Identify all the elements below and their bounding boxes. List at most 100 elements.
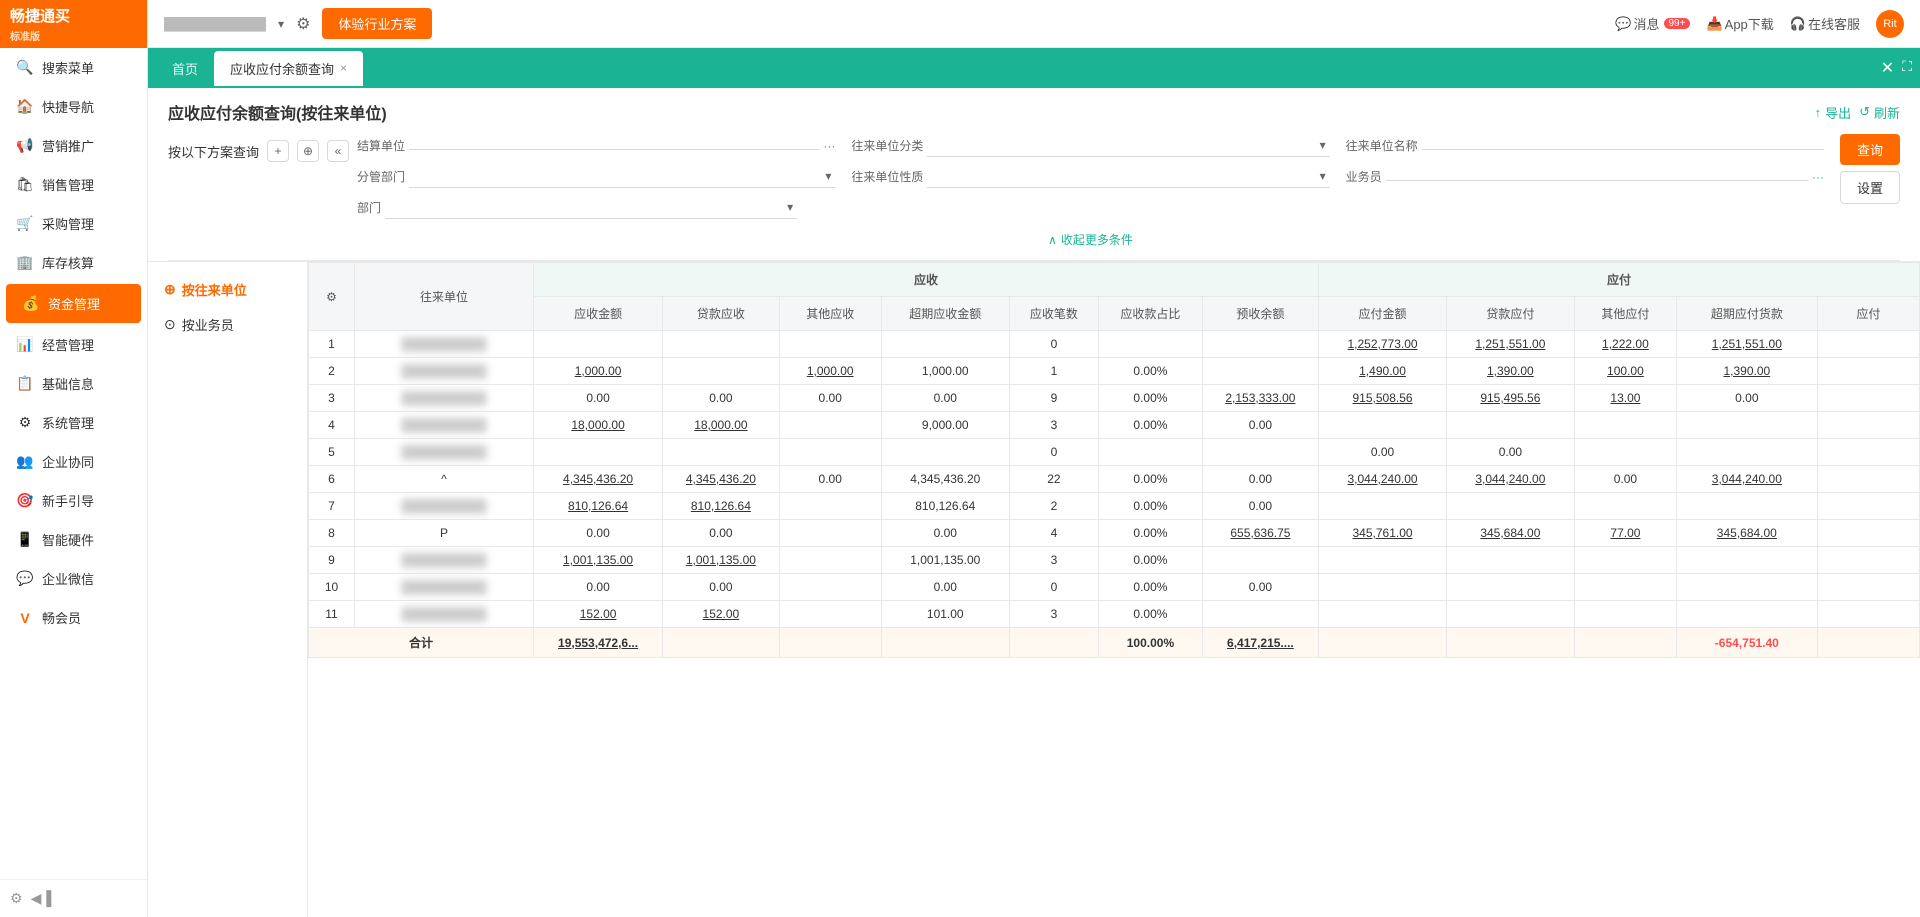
sidebar-item-system[interactable]: ⚙ 系统管理 (0, 403, 147, 442)
export-btn[interactable]: ↑ 导出 (1815, 103, 1852, 122)
sidebar-item-search[interactable]: 🔍 搜索菜单 (0, 48, 147, 87)
overdue-payable[interactable]: 1,390.00 (1677, 358, 1818, 385)
receivable-amount[interactable]: 4,345,436.20 (533, 466, 662, 493)
payable-amount[interactable]: 915,508.56 (1319, 385, 1447, 412)
salesperson-input[interactable] (1386, 172, 1808, 181)
tab-active[interactable]: 应收应付余额查询 × (214, 51, 363, 86)
fullscreen-icon[interactable]: ⛶ (1902, 58, 1912, 78)
partner-name-input[interactable] (1422, 141, 1824, 150)
other-payable[interactable]: 77.00 (1574, 520, 1676, 547)
receivable-amount: 0.00 (533, 385, 662, 412)
advance-balance[interactable]: 655,636.75 (1202, 520, 1318, 547)
avatar[interactable]: Rit (1876, 10, 1904, 38)
left-panel-by-partner[interactable]: ⊕ 按往来单位 (148, 272, 307, 307)
overdue-receivable: 1,001,135.00 (881, 547, 1009, 574)
loan-payable[interactable]: 915,495.56 (1446, 385, 1574, 412)
sidebar-item-guide[interactable]: 🎯 新手引导 (0, 481, 147, 520)
other-receivable[interactable]: 1,000.00 (779, 358, 881, 385)
close-window-icon[interactable]: ✕ (1881, 58, 1894, 78)
sidebar-item-operations[interactable]: 📊 经营管理 (0, 325, 147, 364)
operations-icon: 📊 (16, 336, 34, 353)
loan-payable[interactable]: 345,684.00 (1446, 520, 1574, 547)
receivable-amount[interactable]: 1,001,135.00 (533, 547, 662, 574)
sidebar-item-finance[interactable]: 💰 资金管理 (6, 284, 141, 323)
department-select[interactable]: ▾ (409, 165, 835, 188)
other-payable[interactable]: 100.00 (1574, 358, 1676, 385)
loan-payable[interactable]: 1,251,551.00 (1446, 331, 1574, 358)
filter-settings-btn[interactable]: ⊕ (297, 140, 319, 162)
loan-receivable[interactable]: 4,345,436.20 (663, 466, 779, 493)
sidebar-item-purchase[interactable]: 🛒 采购管理 (0, 204, 147, 243)
sidebar-item-basic-info[interactable]: 📋 基础信息 (0, 364, 147, 403)
row-number: 10 (309, 574, 355, 601)
app-download-btn[interactable]: 📥 App下载 (1706, 14, 1773, 33)
sidebar-item-inventory[interactable]: 🏢 库存核算 (0, 243, 147, 282)
loan-payable[interactable]: 1,390.00 (1446, 358, 1574, 385)
sidebar-item-nav[interactable]: 🏠 快捷导航 (0, 87, 147, 126)
loan-receivable[interactable]: 1,001,135.00 (663, 547, 779, 574)
tab-home[interactable]: 首页 (156, 51, 214, 86)
collapse-sidebar-icon[interactable]: ◀▐ (31, 890, 52, 907)
loan-payable[interactable]: 3,044,240.00 (1446, 466, 1574, 493)
receivable-amount (533, 439, 662, 466)
settlement-unit-input[interactable] (409, 141, 819, 150)
industry-btn[interactable]: 体验行业方案 (322, 8, 432, 39)
message-btn[interactable]: 💬 消息 99+ (1615, 14, 1690, 33)
sidebar-item-label: 搜索菜单 (42, 58, 94, 77)
loan-receivable[interactable]: 18,000.00 (663, 412, 779, 439)
dept-select[interactable]: ▾ (385, 196, 797, 219)
sidebar-item-wechat[interactable]: 💬 企业微信 (0, 559, 147, 598)
filter-collapse-more[interactable]: ∧ 收起更多条件 (357, 227, 1824, 252)
footer-advance-balance[interactable]: 6,417,215.... (1202, 628, 1318, 658)
table-row: 6^4,345,436.204,345,436.200.004,345,436.… (309, 466, 1920, 493)
sidebar-item-enterprise[interactable]: 👥 企业协同 (0, 442, 147, 481)
loan-receivable[interactable]: 810,126.64 (663, 493, 779, 520)
refresh-btn[interactable]: ↺ 刷新 (1859, 103, 1900, 122)
dropdown-arrow-icon[interactable]: ▾ (278, 17, 284, 31)
loan-receivable[interactable]: 152.00 (663, 601, 779, 628)
receivable-amount[interactable]: 810,126.64 (533, 493, 662, 520)
payable-extra (1817, 493, 1919, 520)
advance-balance[interactable]: 2,153,333.00 (1202, 385, 1318, 412)
advance-balance: 0.00 (1202, 466, 1318, 493)
receivable-amount[interactable]: 1,000.00 (533, 358, 662, 385)
salesperson-ellipsis[interactable]: ··· (1812, 170, 1824, 184)
settings-bottom-icon[interactable]: ⚙ (10, 890, 23, 907)
sidebar-item-marketing[interactable]: 📢 营销推广 (0, 126, 147, 165)
left-panel-by-salesperson[interactable]: ⊙ 按业务员 (148, 307, 307, 342)
payable-amount[interactable]: 3,044,240.00 (1319, 466, 1447, 493)
payable-amount[interactable]: 1,252,773.00 (1319, 331, 1447, 358)
sidebar-item-label: 企业协同 (42, 452, 94, 471)
online-service-btn[interactable]: 🎧 在线客服 (1790, 14, 1860, 33)
overdue-payable[interactable]: 345,684.00 (1677, 520, 1818, 547)
footer-other-payable (1574, 628, 1676, 658)
advance-balance (1202, 439, 1318, 466)
sidebar-item-hardware[interactable]: 📱 智能硬件 (0, 520, 147, 559)
payable-extra (1817, 358, 1919, 385)
filter-add-btn[interactable]: + (267, 140, 289, 162)
col-settings-icon[interactable]: ⚙ (309, 263, 355, 331)
filter-department: 分管部门 ▾ (357, 165, 835, 188)
footer-receivable-amount[interactable]: 19,553,472,6... (533, 628, 662, 658)
overdue-payable[interactable]: 3,044,240.00 (1677, 466, 1818, 493)
wechat-icon: 💬 (16, 570, 34, 587)
receivable-amount[interactable]: 18,000.00 (533, 412, 662, 439)
settlement-unit-ellipsis[interactable]: ··· (823, 139, 835, 153)
partner-nature-select[interactable]: ▾ (927, 165, 1329, 188)
table-footer: 合计 19,553,472,6... 100.00% 6,417,215.... (309, 628, 1920, 658)
receivable-amount[interactable]: 152.00 (533, 601, 662, 628)
payable-amount[interactable]: 345,761.00 (1319, 520, 1447, 547)
query-btn[interactable]: 查询 (1840, 134, 1900, 165)
overdue-payable[interactable]: 1,251,551.00 (1677, 331, 1818, 358)
sidebar-item-label: 库存核算 (42, 253, 94, 272)
filter-settings-apply-btn[interactable]: 设置 (1840, 171, 1900, 204)
filter-collapse-btn[interactable]: « (327, 140, 349, 162)
other-payable[interactable]: 13.00 (1574, 385, 1676, 412)
topbar-gear-icon[interactable]: ⚙ (296, 14, 310, 34)
sidebar-item-vip[interactable]: V 畅会员 (0, 598, 147, 637)
partner-category-select[interactable]: ▾ (927, 134, 1329, 157)
other-payable[interactable]: 1,222.00 (1574, 331, 1676, 358)
sidebar-item-sales[interactable]: 🛍 销售管理 (0, 165, 147, 204)
tab-close-icon[interactable]: × (340, 61, 347, 75)
payable-amount[interactable]: 1,490.00 (1319, 358, 1447, 385)
